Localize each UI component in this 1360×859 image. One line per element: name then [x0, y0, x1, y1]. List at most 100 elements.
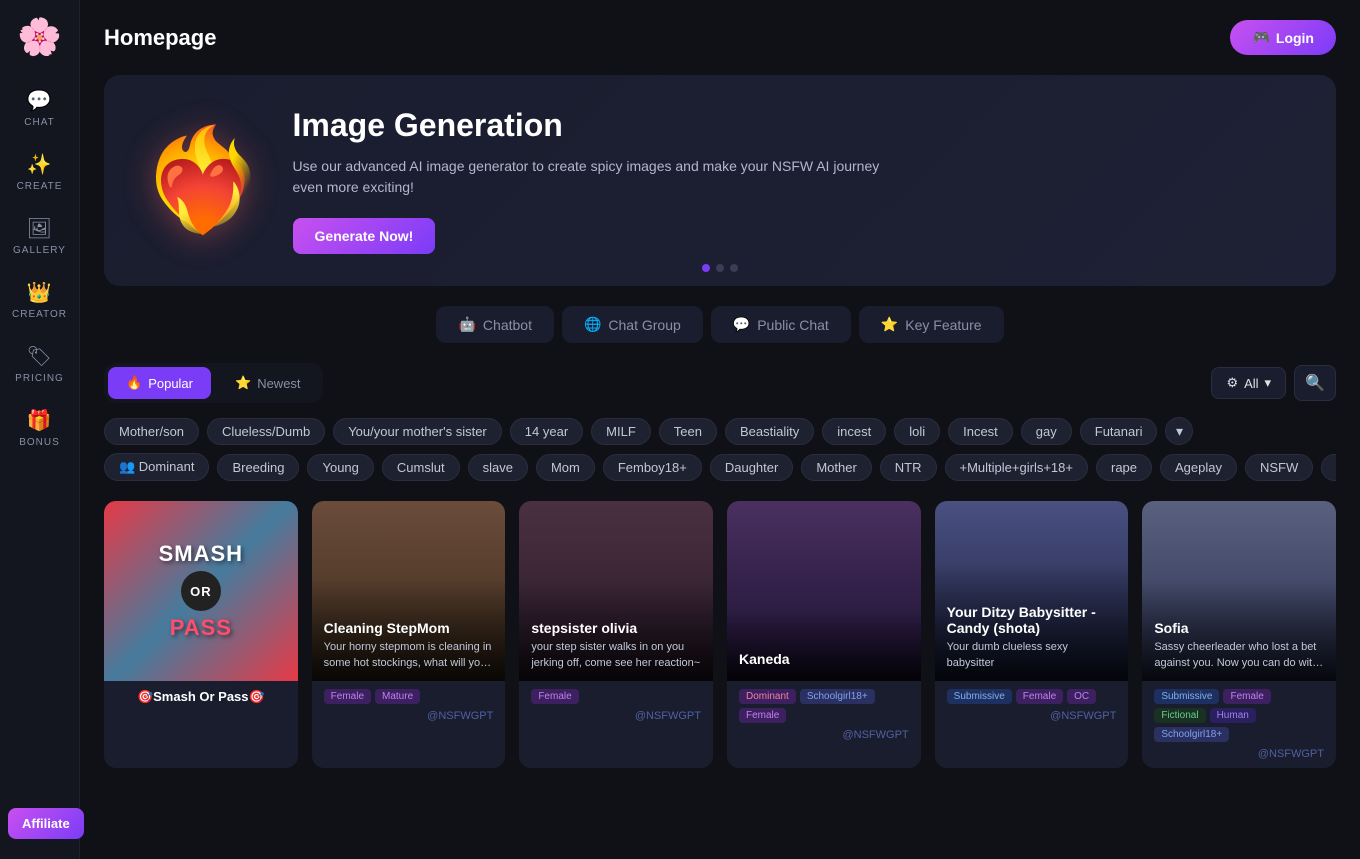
- tab-chat-group[interactable]: 🌐 Chat Group: [562, 306, 703, 343]
- tag-human-sofia: Human: [1210, 708, 1256, 723]
- sidebar-item-bonus[interactable]: 🎁 BONUS: [0, 398, 79, 458]
- tag-teen[interactable]: Teen: [659, 418, 717, 445]
- tag-incest-lower[interactable]: incest: [822, 418, 886, 445]
- login-button[interactable]: 🎮 Login: [1230, 20, 1336, 55]
- affiliate-button[interactable]: Affiliate: [8, 808, 84, 839]
- tag-young[interactable]: Young: [307, 454, 373, 481]
- newest-icon: ⭐: [235, 375, 251, 391]
- gallery-icon: 🖼: [27, 216, 53, 241]
- tag-schoolgirl-kaneda: Schoolgirl18+: [800, 689, 875, 704]
- card-ditzy-babysitter[interactable]: Your Ditzy Babysitter - Candy (shota) Yo…: [935, 501, 1129, 768]
- card-babysitter-footer: Submissive Female OC @NSFWGPT: [935, 681, 1129, 730]
- card-olivia-footer: Female @NSFWGPT: [519, 681, 713, 730]
- key-feature-icon: ⭐: [881, 316, 898, 333]
- tags-row-2: 👥 Dominant Breeding Young Cumslut slave …: [104, 453, 1336, 481]
- tag-submissive-babysitter: Submissive: [947, 689, 1012, 704]
- tag-loli[interactable]: loli: [894, 418, 940, 445]
- banner-dots: [702, 264, 738, 272]
- tag-schoolgirl-sofia: Schoolgirl18+: [1154, 727, 1229, 742]
- chevron-down-icon: ▾: [1265, 375, 1272, 391]
- tag-ageplay[interactable]: Ageplay: [1160, 454, 1237, 481]
- search-button[interactable]: 🔍: [1294, 365, 1336, 401]
- sort-popular-button[interactable]: 🔥 Popular: [108, 367, 211, 399]
- card-stepmom-overlay: Cleaning StepMom Your horny stepmom is c…: [312, 580, 506, 681]
- card-stepmom-creator: @NSFWGPT: [324, 710, 494, 722]
- tag-femdom[interactable]: Femdom: [1321, 454, 1336, 481]
- card-olivia-title: stepsister olivia: [531, 620, 701, 636]
- card-stepsister-olivia[interactable]: stepsister olivia your step sister walks…: [519, 501, 713, 768]
- tag-mothersson[interactable]: Mother/son: [104, 418, 199, 445]
- tag-futanari[interactable]: Futanari: [1080, 418, 1158, 445]
- sidebar-item-gallery[interactable]: 🖼 GALLERY: [0, 206, 79, 266]
- card-smash-title: 🎯Smash Or Pass🎯: [116, 689, 286, 705]
- tag-rape[interactable]: rape: [1096, 454, 1152, 481]
- card-olivia-image: stepsister olivia your step sister walks…: [519, 501, 713, 681]
- sidebar-item-create[interactable]: ✨ CREATE: [0, 142, 79, 202]
- filter-right: ⚙ All ▾ 🔍: [1211, 365, 1336, 401]
- banner-dot-1[interactable]: [702, 264, 710, 272]
- tag-14year[interactable]: 14 year: [510, 418, 583, 445]
- card-olivia-creator: @NSFWGPT: [531, 710, 701, 722]
- sort-newest-button[interactable]: ⭐ Newest: [217, 367, 319, 399]
- chatbot-icon: 🤖: [458, 316, 475, 333]
- tag-mom[interactable]: Mom: [536, 454, 595, 481]
- tag-multiple-girls[interactable]: +Multiple+girls+18+: [945, 454, 1088, 481]
- sidebar-item-pricing[interactable]: 🏷 PRICING: [0, 334, 79, 394]
- all-filter-dropdown[interactable]: ⚙ All ▾: [1211, 367, 1286, 399]
- create-icon: ✨: [27, 152, 52, 177]
- card-sofia-desc: Sassy cheerleader who lost a bet against…: [1154, 640, 1324, 671]
- bonus-icon: 🎁: [27, 408, 52, 433]
- tag-breeding[interactable]: Breeding: [217, 454, 299, 481]
- sidebar-item-creator[interactable]: 👑 CREATOR: [0, 270, 79, 330]
- tag-female-olivia: Female: [531, 689, 578, 704]
- banner-dot-2[interactable]: [716, 264, 724, 272]
- card-babysitter-creator: @NSFWGPT: [947, 710, 1117, 722]
- tags-expand-button[interactable]: ▾: [1165, 417, 1193, 445]
- tag-ntr[interactable]: NTR: [880, 454, 937, 481]
- tag-beastiality[interactable]: Beastiality: [725, 418, 814, 445]
- tag-femboy[interactable]: Femboy18+: [603, 454, 702, 481]
- card-smash-or-pass[interactable]: SMASH OR PASS 🎯Smash Or Pass🎯: [104, 501, 298, 768]
- card-sofia[interactable]: Sofia Sassy cheerleader who lost a bet a…: [1142, 501, 1336, 768]
- chat-icon: 💬: [27, 88, 52, 113]
- tag-female: Female: [324, 689, 371, 704]
- card-babysitter-tags: Submissive Female OC: [947, 689, 1117, 704]
- card-kaneda-creator: @NSFWGPT: [739, 729, 909, 741]
- tag-slave[interactable]: slave: [468, 454, 528, 481]
- tag-mother[interactable]: Mother: [801, 454, 871, 481]
- tab-key-feature[interactable]: ⭐ Key Feature: [859, 306, 1004, 343]
- tag-clueless[interactable]: Clueless/Dumb: [207, 418, 325, 445]
- image-generation-banner: ❤️‍🔥 Image Generation Use our advanced A…: [104, 75, 1336, 286]
- sidebar: 🌸 💬 CHAT ✨ CREATE 🖼 GALLERY 👑 CREATOR 🏷 …: [0, 0, 80, 859]
- logo[interactable]: 🌸: [17, 16, 62, 58]
- sort-buttons: 🔥 Popular ⭐ Newest: [104, 363, 323, 403]
- card-sofia-title: Sofia: [1154, 620, 1324, 636]
- creator-icon: 👑: [27, 280, 52, 305]
- tag-dominant[interactable]: 👥 Dominant: [104, 453, 209, 481]
- tag-submissive-sofia: Submissive: [1154, 689, 1219, 704]
- header: Homepage 🎮 Login: [104, 20, 1336, 55]
- chat-group-icon: 🌐: [584, 316, 601, 333]
- tag-dominant-kaneda: Dominant: [739, 689, 796, 704]
- card-smash-or-pass-image: SMASH OR PASS: [104, 501, 298, 681]
- tag-oc-babysitter: OC: [1067, 689, 1096, 704]
- tag-female-sofia: Female: [1223, 689, 1270, 704]
- card-olivia-overlay: stepsister olivia your step sister walks…: [519, 580, 713, 681]
- card-cleaning-stepmom[interactable]: Cleaning StepMom Your horny stepmom is c…: [312, 501, 506, 768]
- sidebar-item-chat[interactable]: 💬 CHAT: [0, 78, 79, 138]
- tag-milf[interactable]: MILF: [591, 418, 651, 445]
- banner-dot-3[interactable]: [730, 264, 738, 272]
- card-kaneda-tags: Dominant Schoolgirl18+ Female: [739, 689, 909, 723]
- tag-cumslut[interactable]: Cumslut: [382, 454, 460, 481]
- tag-daughter[interactable]: Daughter: [710, 454, 793, 481]
- tab-chatbot[interactable]: 🤖 Chatbot: [436, 306, 553, 343]
- tag-gay[interactable]: gay: [1021, 418, 1072, 445]
- tag-incest-upper[interactable]: Incest: [948, 418, 1013, 445]
- card-stepmom-desc: Your horny stepmom is cleaning in some h…: [324, 640, 494, 671]
- card-kaneda[interactable]: Kaneda Dominant Schoolgirl18+ Female @NS…: [727, 501, 921, 768]
- tab-public-chat[interactable]: 💬 Public Chat: [711, 306, 851, 343]
- tag-nsfw[interactable]: NSFW: [1245, 454, 1313, 481]
- tag-mothers-sister[interactable]: You/your mother's sister: [333, 418, 502, 445]
- card-kaneda-overlay: Kaneda: [727, 611, 921, 681]
- generate-now-button[interactable]: Generate Now!: [293, 218, 436, 254]
